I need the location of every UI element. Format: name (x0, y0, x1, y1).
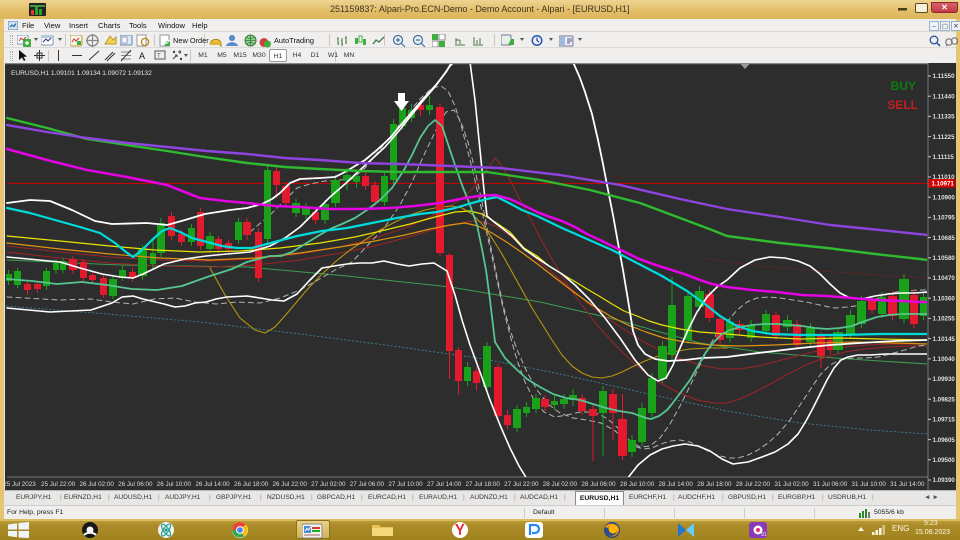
svg-text:27 Jul 06:00: 27 Jul 06:00 (350, 481, 385, 488)
svg-text:26 Jul 14:00: 26 Jul 14:00 (195, 481, 230, 488)
svg-text:1.10360: 1.10360 (933, 295, 956, 302)
svg-text:25 Jul 22:00: 25 Jul 22:00 (41, 481, 76, 488)
svg-text:1.10795: 1.10795 (933, 215, 956, 222)
svg-text:27 Jul 14:00: 27 Jul 14:00 (427, 481, 462, 488)
svg-text:A: A (139, 51, 145, 61)
svg-text:1.11115: 1.11115 (933, 154, 955, 161)
svg-text:28 Jul 02:00: 28 Jul 02:00 (543, 481, 578, 488)
svg-text:31 Jul 06:00: 31 Jul 06:00 (813, 481, 848, 488)
svg-text:91: 91 (761, 532, 767, 538)
svg-text:SELL: SELL (887, 98, 918, 112)
svg-text:1.11335: 1.11335 (933, 114, 956, 121)
svg-text:26 Jul 10:00: 26 Jul 10:00 (157, 481, 192, 488)
svg-text:1.10580: 1.10580 (933, 255, 956, 262)
svg-text:1.09930: 1.09930 (933, 376, 956, 383)
svg-text:26 Jul 18:00: 26 Jul 18:00 (234, 481, 269, 488)
svg-text:27 Jul 18:00: 27 Jul 18:00 (466, 481, 501, 488)
svg-text:31 Jul 10:00: 31 Jul 10:00 (852, 481, 887, 488)
svg-text:1.10900: 1.10900 (933, 194, 956, 201)
svg-text:1.11550: 1.11550 (933, 73, 956, 80)
svg-text:25 Jul 2023: 25 Jul 2023 (5, 481, 36, 488)
svg-text:28 Jul 18:00: 28 Jul 18:00 (697, 481, 732, 488)
svg-text:26 Jul 06:00: 26 Jul 06:00 (118, 481, 153, 488)
svg-text:28 Jul 14:00: 28 Jul 14:00 (659, 481, 694, 488)
svg-text:31 Jul 14:00: 31 Jul 14:00 (890, 481, 925, 488)
svg-text:27 Jul 22:00: 27 Jul 22:00 (504, 481, 539, 488)
svg-text:1.09500: 1.09500 (933, 457, 956, 464)
svg-text:28 Jul 10:00: 28 Jul 10:00 (620, 481, 655, 488)
svg-text:28 Jul 06:00: 28 Jul 06:00 (581, 481, 616, 488)
svg-text:27 Jul 10:00: 27 Jul 10:00 (388, 481, 423, 488)
svg-text:1.09825: 1.09825 (933, 396, 956, 403)
svg-text:1.09715: 1.09715 (933, 417, 956, 424)
svg-text:31 Jul 02:00: 31 Jul 02:00 (774, 481, 809, 488)
svg-text:1.11440: 1.11440 (933, 93, 956, 100)
svg-text:1.10470: 1.10470 (933, 275, 956, 282)
svg-text:1.09605: 1.09605 (933, 437, 956, 444)
svg-text:1.09390: 1.09390 (933, 477, 956, 484)
svg-text:1.10255: 1.10255 (933, 316, 956, 323)
svg-text:28 Jul 22:00: 28 Jul 22:00 (736, 481, 771, 488)
svg-text:26 Jul 02:00: 26 Jul 02:00 (80, 481, 115, 488)
svg-text:BUY: BUY (891, 79, 916, 93)
svg-text:1.10685: 1.10685 (933, 235, 956, 242)
svg-text:1.10145: 1.10145 (933, 336, 956, 343)
svg-text:26 Jul 22:00: 26 Jul 22:00 (273, 481, 308, 488)
svg-text:27 Jul 02:00: 27 Jul 02:00 (311, 481, 346, 488)
svg-text:1.10040: 1.10040 (933, 356, 956, 363)
svg-text:EURUSD,H1 1.09101 1.09134 1.0: EURUSD,H1 1.09101 1.09134 1.09072 1.0913… (11, 70, 152, 77)
svg-text:T: T (157, 54, 161, 60)
svg-text:1.11225: 1.11225 (933, 134, 956, 141)
svg-text:1.10971: 1.10971 (932, 181, 955, 188)
